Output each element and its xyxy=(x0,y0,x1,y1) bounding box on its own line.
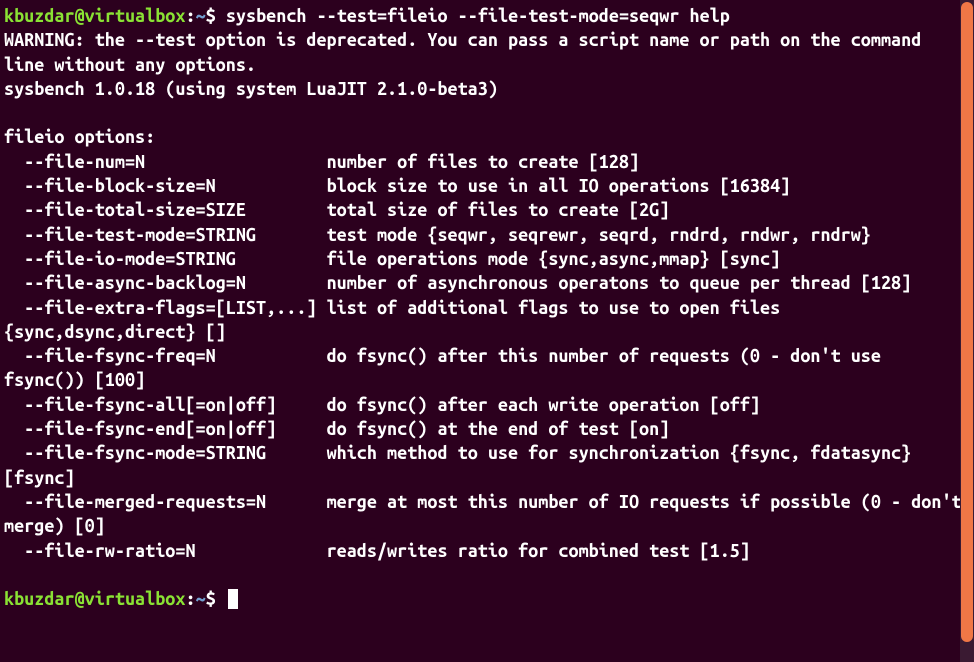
scrollbar-track[interactable] xyxy=(960,0,974,662)
prompt-colon: : xyxy=(185,6,195,26)
prompt-user: kbuzdar xyxy=(4,6,75,26)
prompt-user-2: kbuzdar xyxy=(4,589,75,609)
output-line-3: fileio options: xyxy=(4,127,155,147)
command-text: sysbench --test=fileio --file-test-mode=… xyxy=(226,6,730,26)
prompt-host-2: virtualbox xyxy=(85,589,186,609)
prompt-at-2: @ xyxy=(75,589,85,609)
terminal-output[interactable]: kbuzdar@virtualbox:~$ sysbench --test=fi… xyxy=(4,4,970,611)
output-line-5: --file-block-size=N block size to use in… xyxy=(4,176,790,196)
output-line-10: --file-extra-flags=[LIST,...] list of ad… xyxy=(4,298,790,342)
prompt-path: ~ xyxy=(196,6,206,26)
prompt-line-2: kbuzdar@virtualbox:~$ xyxy=(4,589,238,609)
output-line-16: --file-rw-ratio=N reads/writes ratio for… xyxy=(4,541,750,561)
output-line-8: --file-io-mode=STRING file operations mo… xyxy=(4,249,780,269)
output-line-6: --file-total-size=SIZE total size of fil… xyxy=(4,200,669,220)
prompt-at: @ xyxy=(75,6,85,26)
prompt-symbol-2: $ xyxy=(206,589,216,609)
output-line-9: --file-async-backlog=N number of asynchr… xyxy=(4,273,911,293)
output-line-15: --file-merged-requests=N merge at most t… xyxy=(4,492,972,536)
output-line-4: --file-num=N number of files to create [… xyxy=(4,152,639,172)
prompt-symbol: $ xyxy=(206,6,216,26)
output-line-13: --file-fsync-end[=on|off] do fsync() at … xyxy=(4,419,669,439)
prompt-colon-2: : xyxy=(185,589,195,609)
output-line-0: WARNING: the --test option is deprecated… xyxy=(4,30,931,74)
output-line-1: sysbench 1.0.18 (using system LuaJIT 2.1… xyxy=(4,79,498,99)
prompt-host: virtualbox xyxy=(85,6,186,26)
output-line-11: --file-fsync-freq=N do fsync() after thi… xyxy=(4,346,891,390)
cursor-icon xyxy=(228,589,238,609)
prompt-line-1: kbuzdar@virtualbox:~$ sysbench --test=fi… xyxy=(4,6,730,26)
scrollbar-thumb[interactable] xyxy=(961,2,973,642)
prompt-path-2: ~ xyxy=(196,589,206,609)
output-line-12: --file-fsync-all[=on|off] do fsync() aft… xyxy=(4,395,760,415)
output-line-7: --file-test-mode=STRING test mode {seqwr… xyxy=(4,225,871,245)
output-line-14: --file-fsync-mode=STRING which method to… xyxy=(4,443,921,487)
